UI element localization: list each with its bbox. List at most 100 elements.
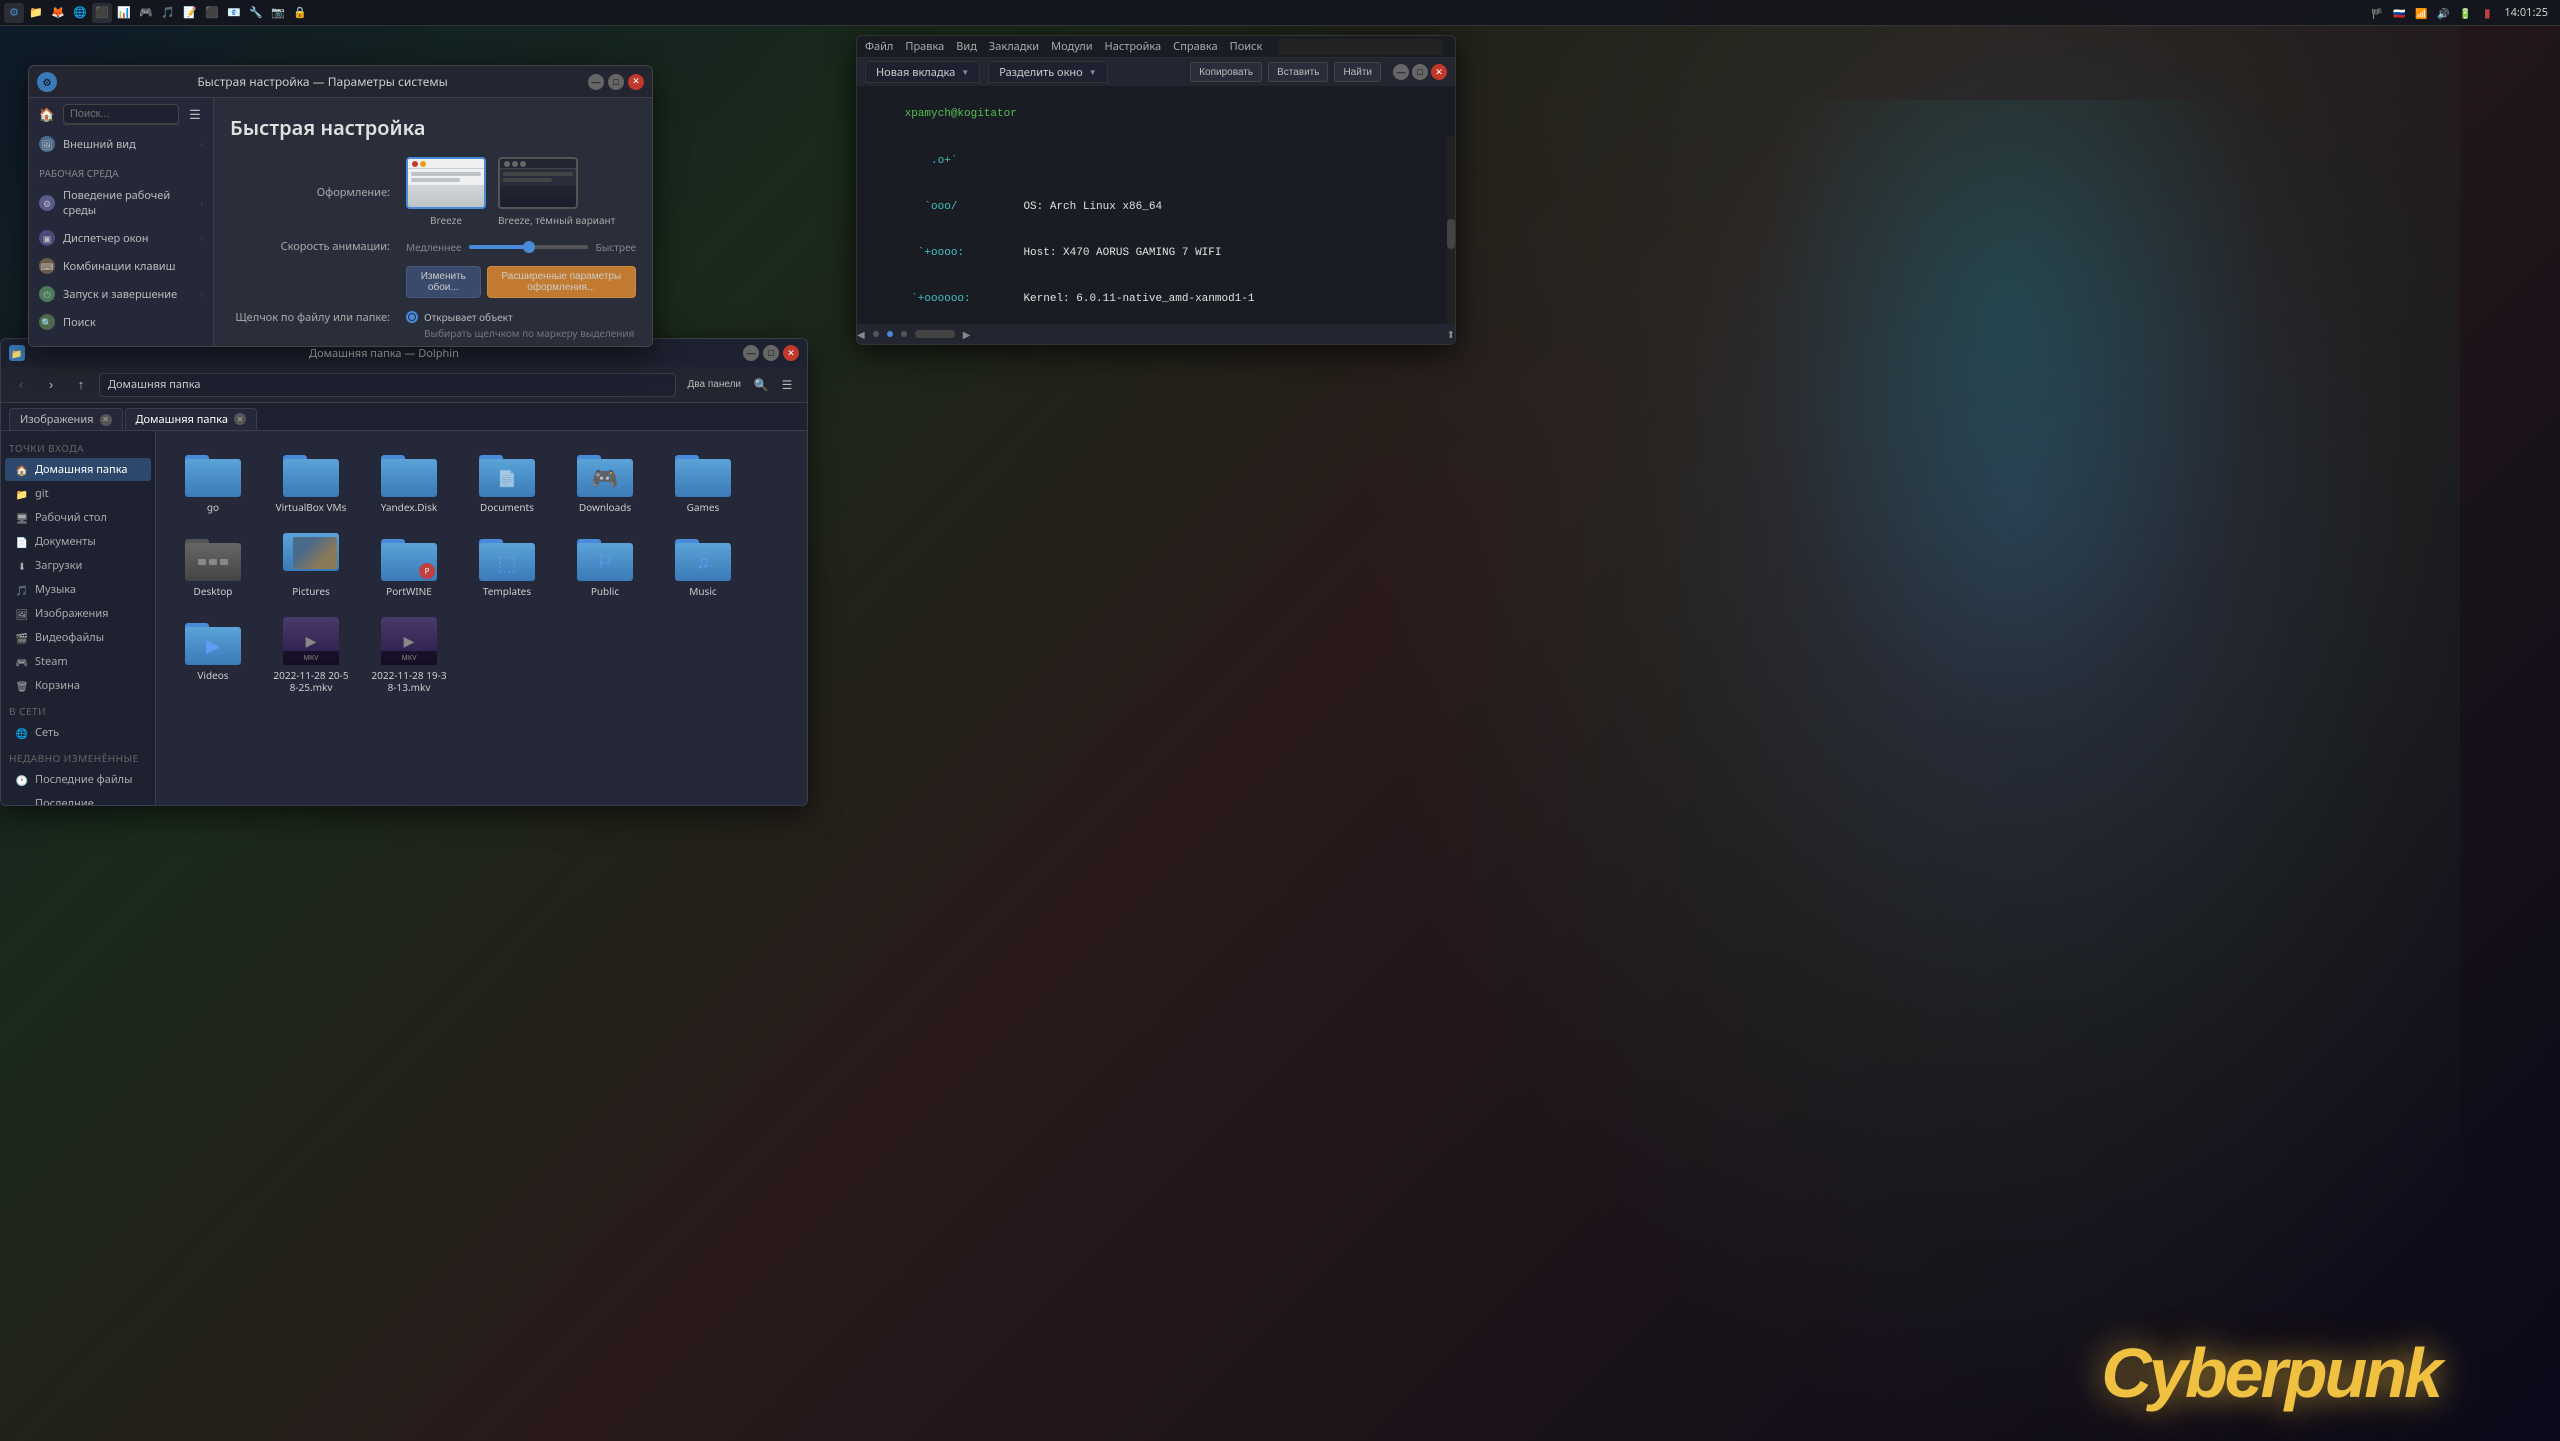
hamburger-button[interactable]: ☰ xyxy=(775,373,799,397)
dolphin-maximize[interactable]: □ xyxy=(763,345,779,361)
click-option-open[interactable]: Открывает объект xyxy=(406,310,634,324)
taskbar-app-icon-misc3[interactable]: 🎵 xyxy=(158,3,178,23)
sidebar-item-home[interactable]: 🏠 Домашняя папка xyxy=(5,458,151,481)
nav-dot-3[interactable] xyxy=(901,331,907,337)
tray-volume-icon[interactable]: 🔊 xyxy=(2434,4,2452,22)
tray-flag-icon[interactable]: 🏴 xyxy=(2368,4,2386,22)
sidebar-item-desktop[interactable]: 🖥 Рабочий стол xyxy=(5,506,151,529)
taskbar-app-icon-misc1[interactable]: 📊 xyxy=(114,3,134,23)
file-item-public[interactable]: ⚐ Public xyxy=(560,527,650,603)
sidebar-item-downloads[interactable]: ⬇ Загрузки xyxy=(5,554,151,577)
file-item-pictures[interactable]: Pictures xyxy=(266,527,356,603)
sidebar-item-videos[interactable]: 🎬 Видеофайлы xyxy=(5,626,151,649)
sidebar-item-network[interactable]: 🌐 Сеть xyxy=(5,721,151,744)
menu-view[interactable]: Вид xyxy=(956,39,977,54)
taskbar-app-icon-misc9[interactable]: 🔒 xyxy=(290,3,310,23)
konsole-expand[interactable]: ⬆ xyxy=(1447,327,1455,341)
nav-item-search[interactable]: 🔍 Поиск xyxy=(29,308,213,336)
tab-home-close[interactable]: ✕ xyxy=(234,413,246,425)
advanced-button[interactable]: Расширенные параметры оформления... xyxy=(487,266,636,298)
taskbar-app-icon-misc2[interactable]: 🎮 xyxy=(136,3,156,23)
tray-network-icon[interactable]: 📶 xyxy=(2412,4,2430,22)
theme-breeze-option[interactable]: Breeze xyxy=(406,157,486,227)
minimize-button[interactable]: — xyxy=(588,74,604,90)
sidebar-item-recent-locations[interactable]: 📍 Последние расположения xyxy=(5,792,151,805)
home-button[interactable]: 🏠 xyxy=(35,102,59,126)
file-item-go[interactable]: go xyxy=(168,443,258,519)
menu-bookmarks[interactable]: Закладки xyxy=(989,39,1039,54)
nav-item-startup[interactable]: ⏻ Запуск и завершение › xyxy=(29,280,213,308)
file-item-games[interactable]: Games xyxy=(658,443,748,519)
konsole-scrollbar[interactable] xyxy=(1447,136,1455,344)
paste-button[interactable]: Вставить xyxy=(1268,62,1328,82)
nav-item-behavior[interactable]: ⚙ Поведение рабочей среды › xyxy=(29,182,213,224)
menu-edit[interactable]: Правка xyxy=(905,39,944,54)
file-item-portwine[interactable]: P PortWINE xyxy=(364,527,454,603)
file-item-music[interactable]: ♫ Music xyxy=(658,527,748,603)
tab-home[interactable]: Домашняя папка ✕ xyxy=(125,408,257,430)
theme-breeze-dark-option[interactable]: Breeze, тёмный вариант xyxy=(498,157,615,227)
breadcrumb[interactable]: Домашняя папка xyxy=(99,373,676,397)
tray-flag2-icon[interactable]: 🇷🇺 xyxy=(2390,4,2408,22)
konsole-minimize[interactable]: — xyxy=(1393,64,1409,80)
file-item-templates[interactable]: ⬚ Templates xyxy=(462,527,552,603)
find-button[interactable]: Найти xyxy=(1334,62,1381,82)
search-bar[interactable] xyxy=(1278,39,1443,55)
file-item-video2[interactable]: ▶ MKV 2022-11-28 19-38-13.mkv xyxy=(364,611,454,699)
file-item-videos[interactable]: ▶ Videos xyxy=(168,611,258,699)
maximize-button[interactable]: □ xyxy=(608,74,624,90)
back-button[interactable]: ‹ xyxy=(9,373,33,397)
menu-button[interactable]: ☰ xyxy=(183,102,207,126)
sidebar-item-recent-files[interactable]: 🕐 Последние файлы xyxy=(5,768,151,791)
taskbar-app-icon-settings[interactable]: ⚙ xyxy=(4,3,24,23)
search-button[interactable]: 🔍 xyxy=(749,373,773,397)
close-button[interactable]: ✕ xyxy=(628,74,644,90)
file-item-video1[interactable]: ▶ MKV 2022-11-28 20-58-25.mkv xyxy=(266,611,356,699)
menu-settings[interactable]: Настройка xyxy=(1105,39,1162,54)
dolphin-close[interactable]: ✕ xyxy=(783,345,799,361)
taskbar-app-icon-browser1[interactable]: 🦊 xyxy=(48,3,68,23)
sidebar-item-steam[interactable]: 🎮 Steam xyxy=(5,650,151,673)
search-input[interactable] xyxy=(63,104,179,124)
konsole-prev[interactable]: ◀ xyxy=(857,327,865,341)
taskbar-app-icon-misc7[interactable]: 🔧 xyxy=(246,3,266,23)
taskbar-app-icon-misc8[interactable]: 📷 xyxy=(268,3,288,23)
speed-slider-track[interactable] xyxy=(469,245,587,249)
nav-dot-2[interactable] xyxy=(887,331,893,337)
taskbar-app-icon-misc5[interactable]: ⬛ xyxy=(202,3,222,23)
sidebar-item-documents[interactable]: 📄 Документы xyxy=(5,530,151,553)
tab-new[interactable]: Новая вкладка ▼ xyxy=(865,61,980,83)
menu-help[interactable]: Справка xyxy=(1173,39,1217,54)
file-item-documents[interactable]: 📄 Documents xyxy=(462,443,552,519)
taskbar-app-icon-dolphin[interactable]: 📁 xyxy=(26,3,46,23)
sidebar-item-trash[interactable]: 🗑 Корзина xyxy=(5,674,151,697)
taskbar-app-icon-misc6[interactable]: 📧 xyxy=(224,3,244,23)
konsole-maximize[interactable]: □ xyxy=(1412,64,1428,80)
forward-button[interactable]: › xyxy=(39,373,63,397)
tab-images-close[interactable]: ✕ xyxy=(100,414,112,426)
file-item-yandexdisk[interactable]: Yandex.Disk xyxy=(364,443,454,519)
tab-images[interactable]: Изображения ✕ xyxy=(9,408,123,430)
file-item-downloads[interactable]: 🎮 Downloads xyxy=(560,443,650,519)
file-item-desktop[interactable]: Desktop xyxy=(168,527,258,603)
menu-plugins[interactable]: Модули xyxy=(1051,39,1092,54)
taskbar-app-icon-browser2[interactable]: 🌐 xyxy=(70,3,90,23)
dual-pane-button[interactable]: Два панели xyxy=(682,373,747,397)
sidebar-item-music[interactable]: 🎵 Музыка xyxy=(5,578,151,601)
nav-item-shortcuts[interactable]: ⌨ Комбинации клавиш xyxy=(29,252,213,280)
menu-file[interactable]: Файл xyxy=(865,39,893,54)
file-item-vbox[interactable]: VirtualBox VMs xyxy=(266,443,356,519)
tray-battery-icon[interactable]: 🔋 xyxy=(2456,4,2474,22)
sidebar-item-git[interactable]: 📁 git xyxy=(5,482,151,505)
nav-item-appearance[interactable]: 🖼 Внешний вид › xyxy=(29,130,213,158)
dolphin-minimize[interactable]: — xyxy=(743,345,759,361)
up-button[interactable]: ↑ xyxy=(69,373,93,397)
konsole-next[interactable]: ▶ xyxy=(963,327,971,341)
wallpaper-button[interactable]: Изменить обои... xyxy=(406,266,481,298)
taskbar-app-icon-misc4[interactable]: 📝 xyxy=(180,3,200,23)
copy-button[interactable]: Копировать xyxy=(1190,62,1262,82)
taskbar-app-icon-terminal[interactable]: ⬛ xyxy=(92,3,112,23)
nav-item-windows[interactable]: ▣ Диспетчер окон › xyxy=(29,224,213,252)
menu-search[interactable]: Поиск xyxy=(1230,39,1263,54)
nav-dot-1[interactable] xyxy=(873,331,879,337)
